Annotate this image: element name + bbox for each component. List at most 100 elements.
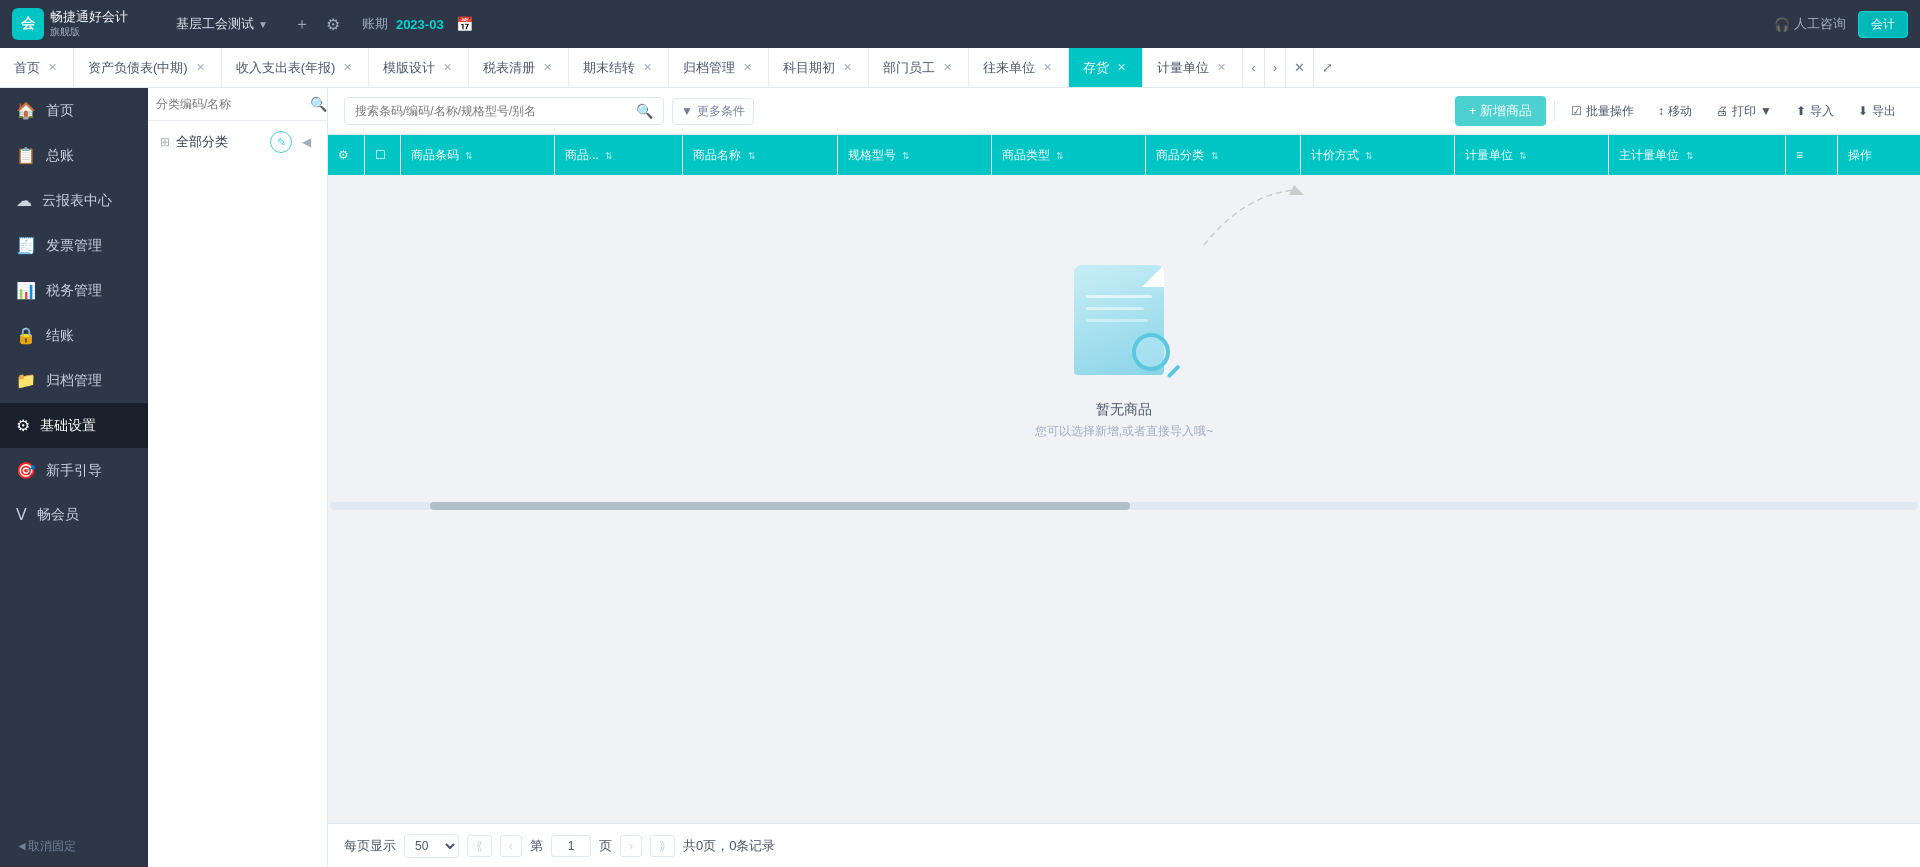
company-selector[interactable]: 基层工会测试 ▼ [168, 11, 276, 37]
sidebar-unpin-button[interactable]: ◄取消固定 [0, 826, 148, 867]
batch-button[interactable]: ☑ 批量操作 [1563, 98, 1642, 125]
import-label: 导入 [1810, 103, 1834, 120]
category-search-input[interactable] [156, 97, 306, 111]
add-product-button[interactable]: + 新增商品 [1455, 96, 1546, 126]
th-col11-label: ≡ [1796, 148, 1803, 162]
tab-subject-close[interactable]: ✕ [841, 60, 854, 75]
sidebar-item-cloud[interactable]: ☁ 云报表中心 [0, 178, 148, 223]
tab-home[interactable]: 首页 ✕ [0, 48, 74, 88]
tab-balance[interactable]: 资产负债表(中期) ✕ [74, 48, 222, 88]
scrollbar-track [330, 502, 1918, 510]
th-unit[interactable]: 计量单位 ⇅ [1455, 135, 1609, 175]
tab-period-end-close[interactable]: ✕ [641, 60, 654, 75]
th-main-unit[interactable]: 主计量单位 ⇅ [1609, 135, 1786, 175]
print-button[interactable]: 🖨 打印 ▼ [1708, 98, 1780, 125]
tab-close-all[interactable]: ✕ [1286, 48, 1314, 88]
tab-dept[interactable]: 部门员工 ✕ [869, 48, 969, 88]
tab-nav-right[interactable]: › [1265, 48, 1286, 88]
member-icon: V [16, 506, 27, 524]
product-search-input[interactable] [355, 104, 630, 118]
th-type[interactable]: 商品类型 ⇅ [992, 135, 1146, 175]
sidebar-item-cloud-label: 云报表中心 [42, 192, 112, 210]
sidebar-item-archive[interactable]: 📁 归档管理 [0, 358, 148, 403]
sidebar-item-guide[interactable]: 🎯 新手引导 [0, 448, 148, 493]
product-search-icon[interactable]: 🔍 [636, 103, 653, 119]
th-category[interactable]: 商品分类 ⇅ [1146, 135, 1300, 175]
page-size-label: 每页显示 [344, 837, 396, 855]
tab-income[interactable]: 收入支出表(年报) ✕ [222, 48, 370, 88]
move-button[interactable]: ↕ 移动 [1650, 98, 1700, 125]
tab-template-label: 模版设计 [383, 59, 435, 77]
export-icon: ⬇ [1858, 104, 1868, 118]
tab-tax-close[interactable]: ✕ [541, 60, 554, 75]
th-name[interactable]: 商品名称 ⇅ [683, 135, 837, 175]
tab-subject[interactable]: 科目期初 ✕ [769, 48, 869, 88]
tab-contact-close[interactable]: ✕ [1041, 60, 1054, 75]
tab-nav-left[interactable]: ‹ [1243, 48, 1264, 88]
tab-tax[interactable]: 税表清册 ✕ [469, 48, 569, 88]
tab-template[interactable]: 模版设计 ✕ [369, 48, 469, 88]
collapse-panel-button[interactable]: ◀ [298, 133, 315, 151]
sidebar-item-tax[interactable]: 📊 税务管理 [0, 268, 148, 313]
category-edit-button[interactable]: ✎ [270, 131, 292, 153]
consult-label: 人工咨询 [1794, 15, 1846, 33]
tab-expand[interactable]: ⤢ [1314, 48, 1341, 88]
tab-period-end[interactable]: 期末结转 ✕ [569, 48, 669, 88]
add-tab-button[interactable]: ＋ [288, 10, 316, 39]
import-button[interactable]: ⬆ 导入 [1788, 98, 1842, 125]
category-search-icon[interactable]: 🔍 [310, 96, 327, 112]
page-first-button[interactable]: ⟪ [467, 835, 492, 857]
sidebar-item-settings[interactable]: ⚙ 基础设置 [0, 403, 148, 448]
th-col11[interactable]: ≡ [1786, 135, 1838, 175]
th-code[interactable]: 商品... ⇅ [554, 135, 682, 175]
filter-button[interactable]: ▼ 更多条件 [672, 98, 754, 125]
tab-home-close[interactable]: ✕ [46, 60, 59, 75]
tab-measure-close[interactable]: ✕ [1215, 60, 1228, 75]
user-badge[interactable]: 会计 [1858, 11, 1908, 38]
sidebar-item-home[interactable]: 🏠 首页 [0, 88, 148, 133]
th-settings[interactable]: ⚙ [328, 135, 364, 175]
tab-dept-close[interactable]: ✕ [941, 60, 954, 75]
settings-button[interactable]: ⚙ [320, 11, 346, 38]
calendar-icon[interactable]: 📅 [456, 16, 473, 32]
sidebar-item-ledger[interactable]: 📋 总账 [0, 133, 148, 178]
th-checkbox[interactable]: ☐ [364, 135, 400, 175]
tab-archive-close[interactable]: ✕ [741, 60, 754, 75]
page-size-select[interactable]: 10 20 50 100 [404, 834, 459, 858]
print-label: 打印 [1732, 103, 1756, 120]
export-button[interactable]: ⬇ 导出 [1850, 98, 1904, 125]
tab-archive[interactable]: 归档管理 ✕ [669, 48, 769, 88]
tab-template-close[interactable]: ✕ [441, 60, 454, 75]
th-price-method[interactable]: 计价方式 ⇅ [1300, 135, 1454, 175]
horizontal-scrollbar[interactable] [328, 500, 1920, 512]
tab-balance-close[interactable]: ✕ [194, 60, 207, 75]
magnify-icon [1132, 333, 1184, 385]
tab-inventory-close[interactable]: ✕ [1115, 60, 1128, 75]
th-spec[interactable]: 规格型号 ⇅ [837, 135, 991, 175]
company-dropdown-icon: ▼ [258, 19, 268, 30]
page-unit: 页 [599, 837, 612, 855]
tab-contact[interactable]: 往来单位 ✕ [969, 48, 1069, 88]
sidebar-item-close[interactable]: 🔒 结账 [0, 313, 148, 358]
tab-measure[interactable]: 计量单位 ✕ [1143, 48, 1243, 88]
sidebar-item-settings-label: 基础设置 [40, 417, 96, 435]
tab-inventory[interactable]: 存货 ✕ [1069, 48, 1143, 88]
sidebar-item-member[interactable]: V 畅会员 [0, 493, 148, 537]
invoice-icon: 🧾 [16, 236, 36, 255]
th-unit-label: 计量单位 [1465, 148, 1513, 162]
all-category-label[interactable]: 全部分类 [176, 133, 228, 151]
scrollbar-thumb[interactable] [430, 502, 1130, 510]
consult-icon: 🎧 [1774, 17, 1790, 32]
pagination-bar: 每页显示 10 20 50 100 ⟪ ‹ 第 页 › ⟫ 共0页，0条记录 [328, 823, 1920, 867]
sidebar-item-invoice[interactable]: 🧾 发票管理 [0, 223, 148, 268]
th-barcode[interactable]: 商品条码 ⇅ [400, 135, 554, 175]
tab-income-close[interactable]: ✕ [341, 60, 354, 75]
page-next-button[interactable]: › [620, 835, 642, 857]
consult-button[interactable]: 🎧 人工咨询 [1774, 15, 1846, 33]
page-prev-button[interactable]: ‹ [500, 835, 522, 857]
export-label: 导出 [1872, 103, 1896, 120]
page-last-button[interactable]: ⟫ [650, 835, 675, 857]
search-box: 🔍 [344, 97, 664, 125]
home-icon: 🏠 [16, 101, 36, 120]
page-input[interactable] [551, 835, 591, 857]
